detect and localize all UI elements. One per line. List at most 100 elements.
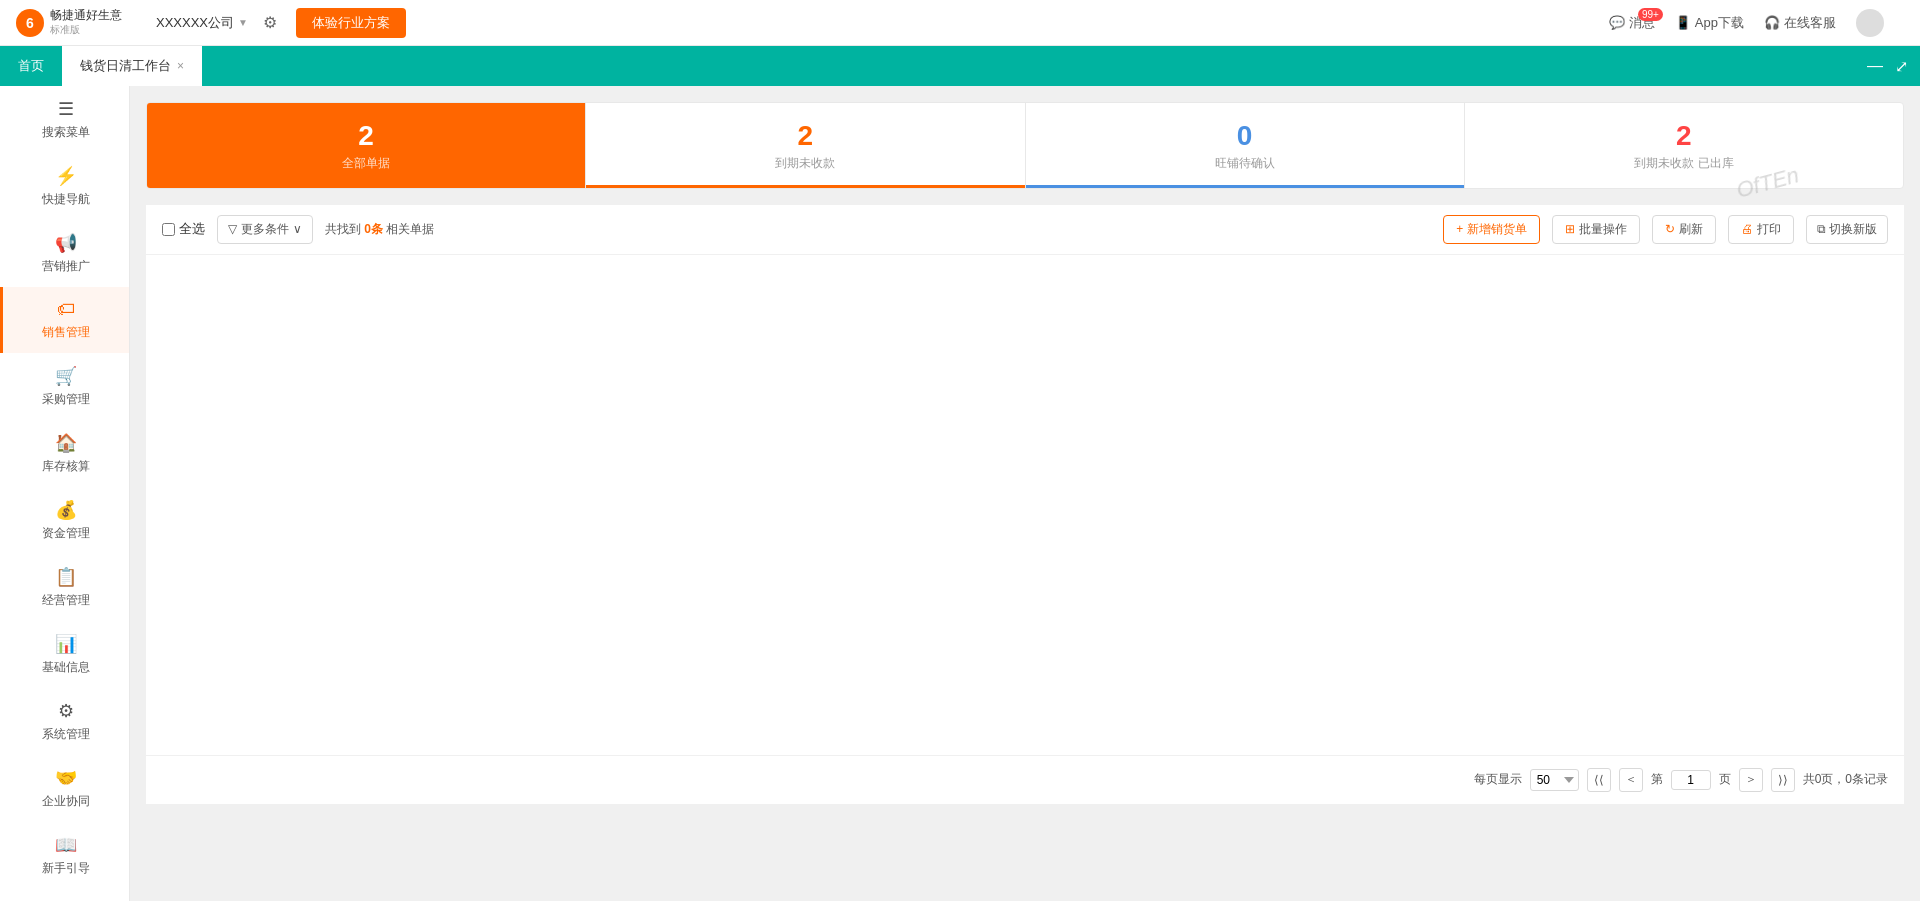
toolbar-left: 全选 ▽ 更多条件 ∨ 共找到 0条 相关单据 (162, 215, 1431, 244)
online-service-item[interactable]: 🎧 在线客服 (1764, 14, 1836, 32)
page-suffix: 页 (1719, 771, 1731, 788)
topbar-right: 💬 消息 99+ 📱 App下载 🎧 在线客服 (1609, 9, 1904, 37)
stat-card-overdue[interactable]: 2 到期未收款 (586, 103, 1025, 188)
online-service-icon: 🎧 (1764, 15, 1780, 30)
sidebar-label-inventory: 库存核算 (42, 458, 90, 475)
filter-btn[interactable]: ▽ 更多条件 ∨ (217, 215, 313, 244)
enterprise-coop-icon: 🤝 (55, 767, 77, 789)
sidebar: ☰ 搜索菜单 ⚡ 快捷导航 📢 营销推广 🏷 销售管理 🛒 采购管理 🏠 库存核… (0, 86, 130, 901)
nav-tab-actions: — ⤢ (1867, 57, 1920, 76)
sidebar-item-system-mgmt[interactable]: ⚙ 系统管理 (0, 688, 129, 755)
sidebar-label-system-mgmt: 系统管理 (42, 726, 90, 743)
marketing-icon: 📢 (55, 232, 77, 254)
select-all-checkbox-label[interactable]: 全选 (162, 220, 205, 238)
avatar[interactable] (1856, 9, 1884, 37)
logo: 6 畅捷通好生意 标准版 (16, 8, 146, 38)
switch-new-btn[interactable]: ⧉ 切换新版 (1806, 215, 1888, 244)
sidebar-item-finance[interactable]: 💰 资金管理 (0, 487, 129, 554)
sidebar-item-beginner-guide[interactable]: 📖 新手引导 (0, 822, 129, 889)
message-icon: 💬 (1609, 15, 1625, 30)
tab-home[interactable]: 首页 (0, 46, 62, 86)
sidebar-item-inventory[interactable]: 🏠 库存核算 (0, 420, 129, 487)
stat-card-all[interactable]: 2 全部单据 (147, 103, 586, 188)
sidebar-item-purchase-mgmt[interactable]: 🛒 采购管理 (0, 353, 129, 420)
system-mgmt-icon: ⚙ (58, 700, 74, 722)
tab-close-icon[interactable]: × (177, 59, 184, 73)
sidebar-item-app-center[interactable]: 📦 应用中心 (0, 889, 129, 901)
sidebar-item-quick-nav[interactable]: ⚡ 快捷导航 (0, 153, 129, 220)
per-page-select[interactable]: 50 20 100 (1530, 769, 1579, 791)
trial-btn[interactable]: 体验行业方案 (296, 8, 406, 38)
toolbar-right: + 新增销货单 ⊞ 批量操作 ↻ 刷新 🖨 打印 ⧉ (1443, 215, 1888, 244)
stat-label-all: 全部单据 (167, 155, 565, 172)
quick-nav-icon: ⚡ (55, 165, 77, 187)
search-menu-icon: ☰ (58, 98, 74, 120)
topbar: 6 畅捷通好生意 标准版 XXXXXX公司 ▼ ⚙ 体验行业方案 💬 消息 99… (0, 0, 1920, 46)
stats-row: 2 全部单据 2 到期未收款 0 旺铺待确认 2 到期未收款 已出库 (146, 102, 1904, 189)
stat-number-all: 2 (167, 119, 565, 153)
sidebar-label-enterprise-coop: 企业协同 (42, 793, 90, 810)
sidebar-item-search-menu[interactable]: ☰ 搜索菜单 (0, 86, 129, 153)
nav-minimize-icon[interactable]: — (1867, 57, 1883, 75)
found-count: 0条 (364, 222, 383, 236)
sidebar-label-base-info: 基础信息 (42, 659, 90, 676)
sidebar-label-search-menu: 搜索菜单 (42, 124, 90, 141)
finance-icon: 💰 (55, 499, 77, 521)
last-page-btn[interactable]: ⟩⟩ (1771, 768, 1795, 792)
sales-mgmt-icon: 🏷 (57, 299, 75, 320)
inventory-icon: 🏠 (55, 432, 77, 454)
app-download-item[interactable]: 📱 App下载 (1675, 14, 1744, 32)
prev-page-btn[interactable]: ＜ (1619, 768, 1643, 792)
messages-item[interactable]: 💬 消息 99+ (1609, 14, 1655, 32)
page-label: 第 (1651, 771, 1663, 788)
print-btn[interactable]: 🖨 打印 (1728, 215, 1794, 244)
select-all-label: 全选 (179, 220, 205, 238)
sidebar-item-marketing[interactable]: 📢 营销推广 (0, 220, 129, 287)
purchase-mgmt-icon: 🛒 (55, 365, 77, 387)
table-body (146, 255, 1904, 755)
print-icon: 🖨 (1741, 222, 1753, 236)
nav-maximize-icon[interactable]: ⤢ (1895, 57, 1908, 76)
switch-icon: ⧉ (1817, 222, 1826, 236)
refresh-label: 刷新 (1679, 221, 1703, 238)
sidebar-label-operations: 经营管理 (42, 592, 90, 609)
found-text: 共找到 0条 相关单据 (325, 221, 434, 238)
next-page-btn[interactable]: ＞ (1739, 768, 1763, 792)
company-name: XXXXXX公司 (156, 14, 234, 32)
stat-label-unshipped: 到期未收款 已出库 (1485, 155, 1883, 172)
stat-number-wangpu: 0 (1046, 119, 1444, 153)
beginner-guide-icon: 📖 (55, 834, 77, 856)
sidebar-item-operations[interactable]: 📋 经营管理 (0, 554, 129, 621)
sidebar-item-base-info[interactable]: 📊 基础信息 (0, 621, 129, 688)
logo-app-name: 畅捷通好生意 (50, 8, 122, 24)
batch-ops-btn[interactable]: ⊞ 批量操作 (1552, 215, 1640, 244)
select-all-checkbox[interactable] (162, 223, 175, 236)
filter-icon: ▽ (228, 222, 237, 236)
pagination-bar: 每页显示 50 20 100 ⟨⟨ ＜ 第 页 ＞ ⟩⟩ 共0页，0条记录 (146, 755, 1904, 804)
tab-active[interactable]: 钱货日清工作台 × (62, 46, 202, 86)
switch-label: 切换新版 (1829, 222, 1877, 236)
messages-badge: 99+ (1638, 8, 1663, 21)
toolbar: 全选 ▽ 更多条件 ∨ 共找到 0条 相关单据 + 新增销货单 (146, 205, 1904, 255)
stat-label-overdue: 到期未收款 (606, 155, 1004, 172)
per-page-label: 每页显示 (1474, 771, 1522, 788)
first-page-btn[interactable]: ⟨⟨ (1587, 768, 1611, 792)
sidebar-label-finance: 资金管理 (42, 525, 90, 542)
stat-underline-wangpu (1026, 185, 1464, 188)
stat-number-unshipped: 2 (1485, 119, 1883, 153)
filter-arrow: ∨ (293, 222, 302, 236)
app-download-label: App下载 (1695, 14, 1744, 32)
settings-icon[interactable]: ⚙ (256, 9, 284, 37)
refresh-btn[interactable]: ↻ 刷新 (1652, 215, 1716, 244)
sidebar-label-marketing: 营销推广 (42, 258, 90, 275)
company-dropdown-arrow: ▼ (238, 17, 248, 28)
sidebar-item-sales-mgmt[interactable]: 🏷 销售管理 (0, 287, 129, 353)
sidebar-item-enterprise-coop[interactable]: 🤝 企业协同 (0, 755, 129, 822)
page-input[interactable] (1671, 770, 1711, 790)
stat-card-wangpu[interactable]: 0 旺铺待确认 (1026, 103, 1465, 188)
company-selector[interactable]: XXXXXX公司 ▼ (156, 14, 248, 32)
add-sale-btn[interactable]: + 新增销货单 (1443, 215, 1539, 244)
print-label: 打印 (1757, 221, 1781, 238)
tab-active-label: 钱货日清工作台 (80, 57, 171, 75)
stat-card-unshipped[interactable]: 2 到期未收款 已出库 (1465, 103, 1903, 188)
